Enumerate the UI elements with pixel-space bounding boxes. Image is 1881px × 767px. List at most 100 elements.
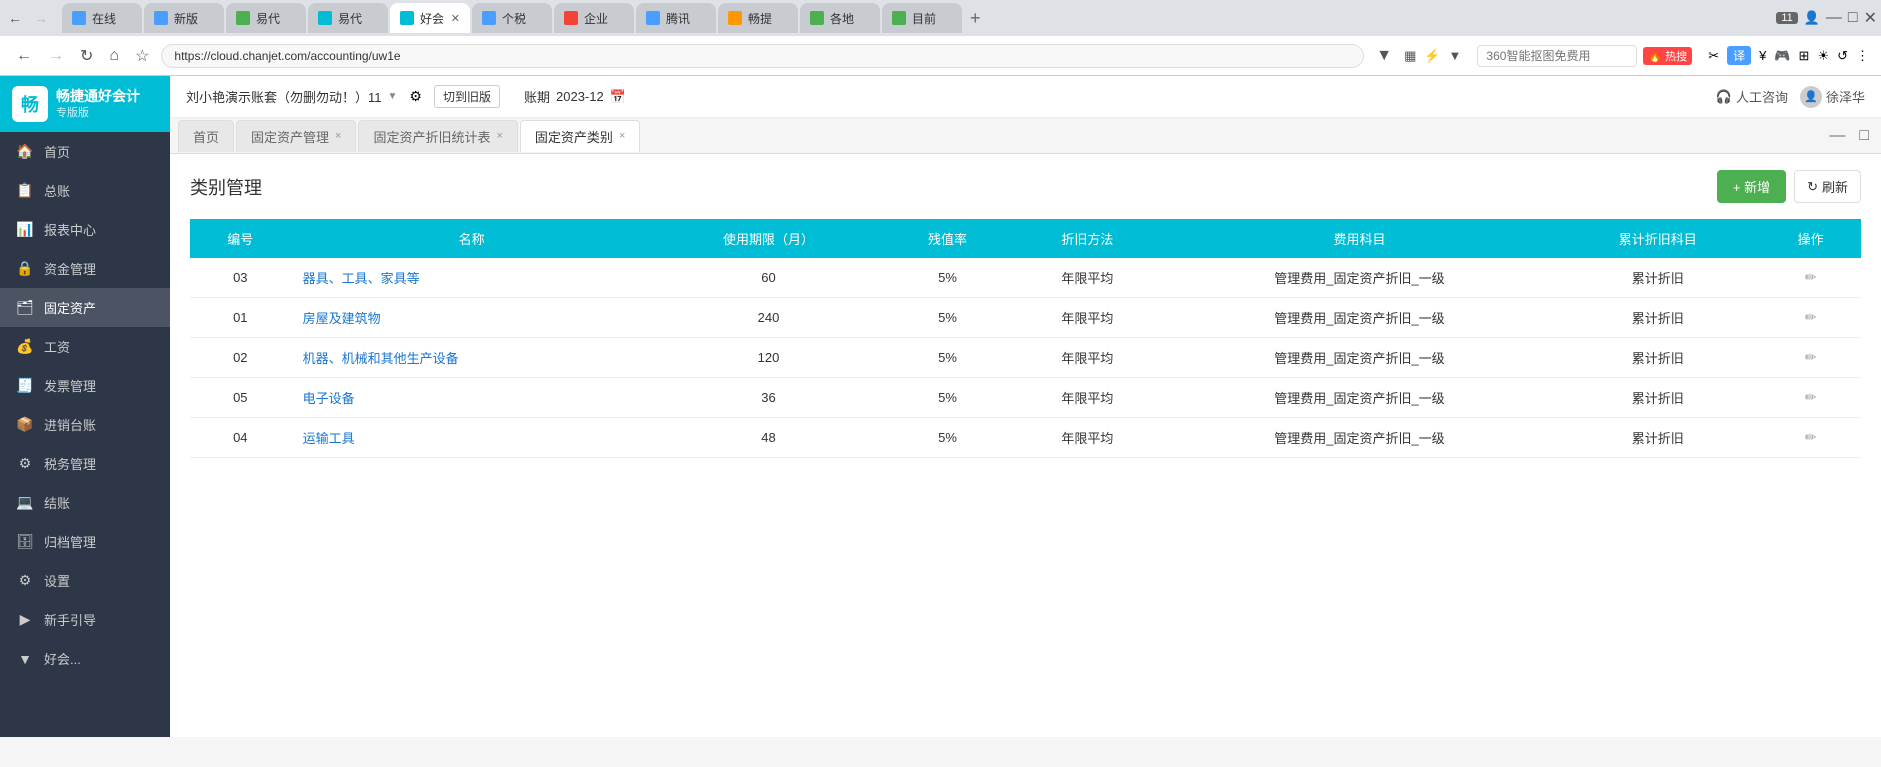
sidebar-item-more[interactable]: ▼ 好会... — [0, 639, 170, 678]
sun-icon[interactable]: ☀ — [1817, 48, 1829, 64]
window-close-button[interactable]: ✕ — [1864, 8, 1877, 28]
qr-icon[interactable]: ▦ — [1404, 48, 1416, 64]
settings-gear-icon[interactable]: ⚙ — [409, 88, 422, 105]
sidebar-item-inventory[interactable]: 📦 进销台账 — [0, 405, 170, 444]
nav-back-button[interactable]: ← — [12, 47, 36, 65]
minimize-button[interactable]: — — [1826, 9, 1842, 27]
page-tab-fixed-assets-mgmt-close[interactable]: × — [335, 130, 341, 142]
edit-icon-0[interactable]: ✏ — [1805, 269, 1817, 285]
translate-icon[interactable]: 译 — [1727, 46, 1751, 65]
browser-tab-0[interactable]: 在线 — [62, 3, 142, 33]
browser-tab-8[interactable]: 畅提 — [718, 3, 798, 33]
search-input[interactable] — [1477, 45, 1637, 67]
nav-forward-button[interactable]: → — [44, 47, 68, 65]
game-icon[interactable]: 🎮 — [1774, 48, 1790, 64]
maximize-button[interactable]: □ — [1848, 9, 1858, 27]
fixed-assets-icon: 🗂 — [16, 299, 34, 316]
sidebar-item-tax[interactable]: ⚙ 税务管理 — [0, 444, 170, 483]
cell-name-3[interactable]: 电子设备 — [291, 378, 653, 418]
sidebar-item-guide[interactable]: ▶ 新手引导 — [0, 600, 170, 639]
nav-refresh-button[interactable]: ↻ — [76, 46, 97, 66]
page-content: 类别管理 + 新增 ↻ 刷新 编号 名称 使用期限（月） 残值率 — [170, 154, 1881, 737]
table-body: 03 器具、工具、家具等 60 5% 年限平均 管理费用_固定资产折旧_一级 累… — [190, 258, 1861, 458]
sidebar-label-ledger: 总账 — [44, 181, 70, 200]
cell-name-4[interactable]: 运输工具 — [291, 418, 653, 458]
forward-button[interactable]: → — [30, 10, 52, 26]
page-tab-asset-category[interactable]: 固定资产类别 × — [520, 120, 640, 152]
refresh-button[interactable]: ↻ 刷新 — [1794, 170, 1861, 203]
page-tab-asset-category-close[interactable]: × — [619, 130, 625, 142]
sidebar-item-reports[interactable]: 📊 报表中心 — [0, 210, 170, 249]
sidebar-item-home[interactable]: 🏠 首页 — [0, 132, 170, 171]
calendar-icon[interactable]: 📅 — [610, 89, 626, 105]
switch-to-old-button[interactable]: 切到旧版 — [434, 85, 500, 108]
table-row: 03 器具、工具、家具等 60 5% 年限平均 管理费用_固定资产折旧_一级 累… — [190, 258, 1861, 298]
sidebar-item-closing[interactable]: 💻 结账 — [0, 483, 170, 522]
user-dropdown-icon[interactable]: ▼ — [388, 91, 398, 102]
action-buttons: + 新增 ↻ 刷新 — [1717, 170, 1861, 203]
browser-tab-1[interactable]: 新版 — [144, 3, 224, 33]
edit-icon-4[interactable]: ✏ — [1805, 429, 1817, 445]
edit-icon-3[interactable]: ✏ — [1805, 389, 1817, 405]
profile-icon[interactable]: 👤 — [1804, 10, 1820, 26]
panel-maximize-button[interactable]: □ — [1855, 127, 1873, 145]
sidebar-item-invoices[interactable]: 🧾 发票管理 — [0, 366, 170, 405]
browser-tab-5[interactable]: 个税 — [472, 3, 552, 33]
tab-label-0: 在线 — [92, 10, 116, 27]
address-input[interactable] — [161, 44, 1364, 68]
page-tabs: 首页 固定资产管理 × 固定资产折旧统计表 × 固定资产类别 × — □ — [170, 118, 1881, 154]
sidebar-item-archive[interactable]: 🗄 归档管理 — [0, 522, 170, 561]
page-tab-home[interactable]: 首页 — [178, 120, 234, 152]
address-arrow-icon[interactable]: ▼ — [1449, 48, 1462, 63]
sidebar-item-settings[interactable]: ⚙ 设置 — [0, 561, 170, 600]
cell-rate-1: 5% — [884, 298, 1011, 338]
browser-tab-3[interactable]: 易代 — [308, 3, 388, 33]
currency-icon[interactable]: ¥ — [1759, 48, 1766, 63]
user-name-label: 刘小艳演示账套（勿删勿动！）11 — [186, 87, 382, 106]
sidebar-item-ledger[interactable]: 📋 总账 — [0, 171, 170, 210]
cell-action-1[interactable]: ✏ — [1760, 298, 1861, 338]
cell-action-2[interactable]: ✏ — [1760, 338, 1861, 378]
cell-action-0[interactable]: ✏ — [1760, 258, 1861, 298]
cell-name-2[interactable]: 机器、机械和其他生产设备 — [291, 338, 653, 378]
lightning-icon[interactable]: ⚡ — [1424, 48, 1440, 64]
service-button[interactable]: 🎧 人工咨询 — [1716, 87, 1788, 106]
tab-label-4: 好会 — [420, 10, 444, 27]
edit-icon-2[interactable]: ✏ — [1805, 349, 1817, 365]
page-tab-depreciation-table[interactable]: 固定资产折旧统计表 × — [358, 120, 517, 152]
cell-name-1[interactable]: 房屋及建筑物 — [291, 298, 653, 338]
sidebar-label-settings: 设置 — [44, 571, 70, 590]
sidebar-item-funds[interactable]: 🔒 资金管理 — [0, 249, 170, 288]
grid-icon[interactable]: ⊞ — [1799, 48, 1810, 64]
sidebar-label-inventory: 进销台账 — [44, 415, 96, 434]
nav-star-button[interactable]: ☆ — [131, 46, 153, 66]
sidebar-item-fixed-assets[interactable]: 🗂 固定资产 — [0, 288, 170, 327]
period-value: 2023-12 — [556, 89, 604, 104]
cell-action-4[interactable]: ✏ — [1760, 418, 1861, 458]
scissors-icon[interactable]: ✂ — [1708, 48, 1719, 64]
sidebar-item-payroll[interactable]: 💰 工资 — [0, 327, 170, 366]
nav-home-button[interactable]: ⌂ — [105, 47, 123, 65]
tab-close-4[interactable]: ✕ — [451, 12, 460, 25]
browser-tab-9[interactable]: 各地 — [800, 3, 880, 33]
back-button[interactable]: ← — [4, 10, 26, 26]
refresh-label: 刷新 — [1822, 177, 1848, 196]
cell-name-0[interactable]: 器具、工具、家具等 — [291, 258, 653, 298]
more-icon[interactable]: ⋮ — [1856, 48, 1869, 64]
browser-tab-7[interactable]: 腾讯 — [636, 3, 716, 33]
nav-dropdown-button[interactable]: ▼ — [1372, 47, 1396, 65]
panel-minimize-button[interactable]: — — [1825, 127, 1849, 145]
browser-tab-4[interactable]: 好会 ✕ — [390, 3, 470, 33]
user-account-button[interactable]: 👤 徐泽华 — [1800, 86, 1865, 108]
browser-tab-2[interactable]: 易代 — [226, 3, 306, 33]
new-tab-button[interactable]: + — [964, 8, 987, 29]
edit-icon-1[interactable]: ✏ — [1805, 309, 1817, 325]
tab-bar: ← → 在线 新版 易代 易代 好会 ✕ — [0, 0, 1881, 36]
page-tab-fixed-assets-mgmt[interactable]: 固定资产管理 × — [236, 120, 356, 152]
page-tab-depreciation-table-close[interactable]: × — [496, 130, 502, 142]
browser-tab-6[interactable]: 企业 — [554, 3, 634, 33]
cell-action-3[interactable]: ✏ — [1760, 378, 1861, 418]
rotate-icon[interactable]: ↺ — [1837, 48, 1848, 64]
browser-tab-10[interactable]: 目前 — [882, 3, 962, 33]
add-button[interactable]: + 新增 — [1717, 170, 1786, 203]
